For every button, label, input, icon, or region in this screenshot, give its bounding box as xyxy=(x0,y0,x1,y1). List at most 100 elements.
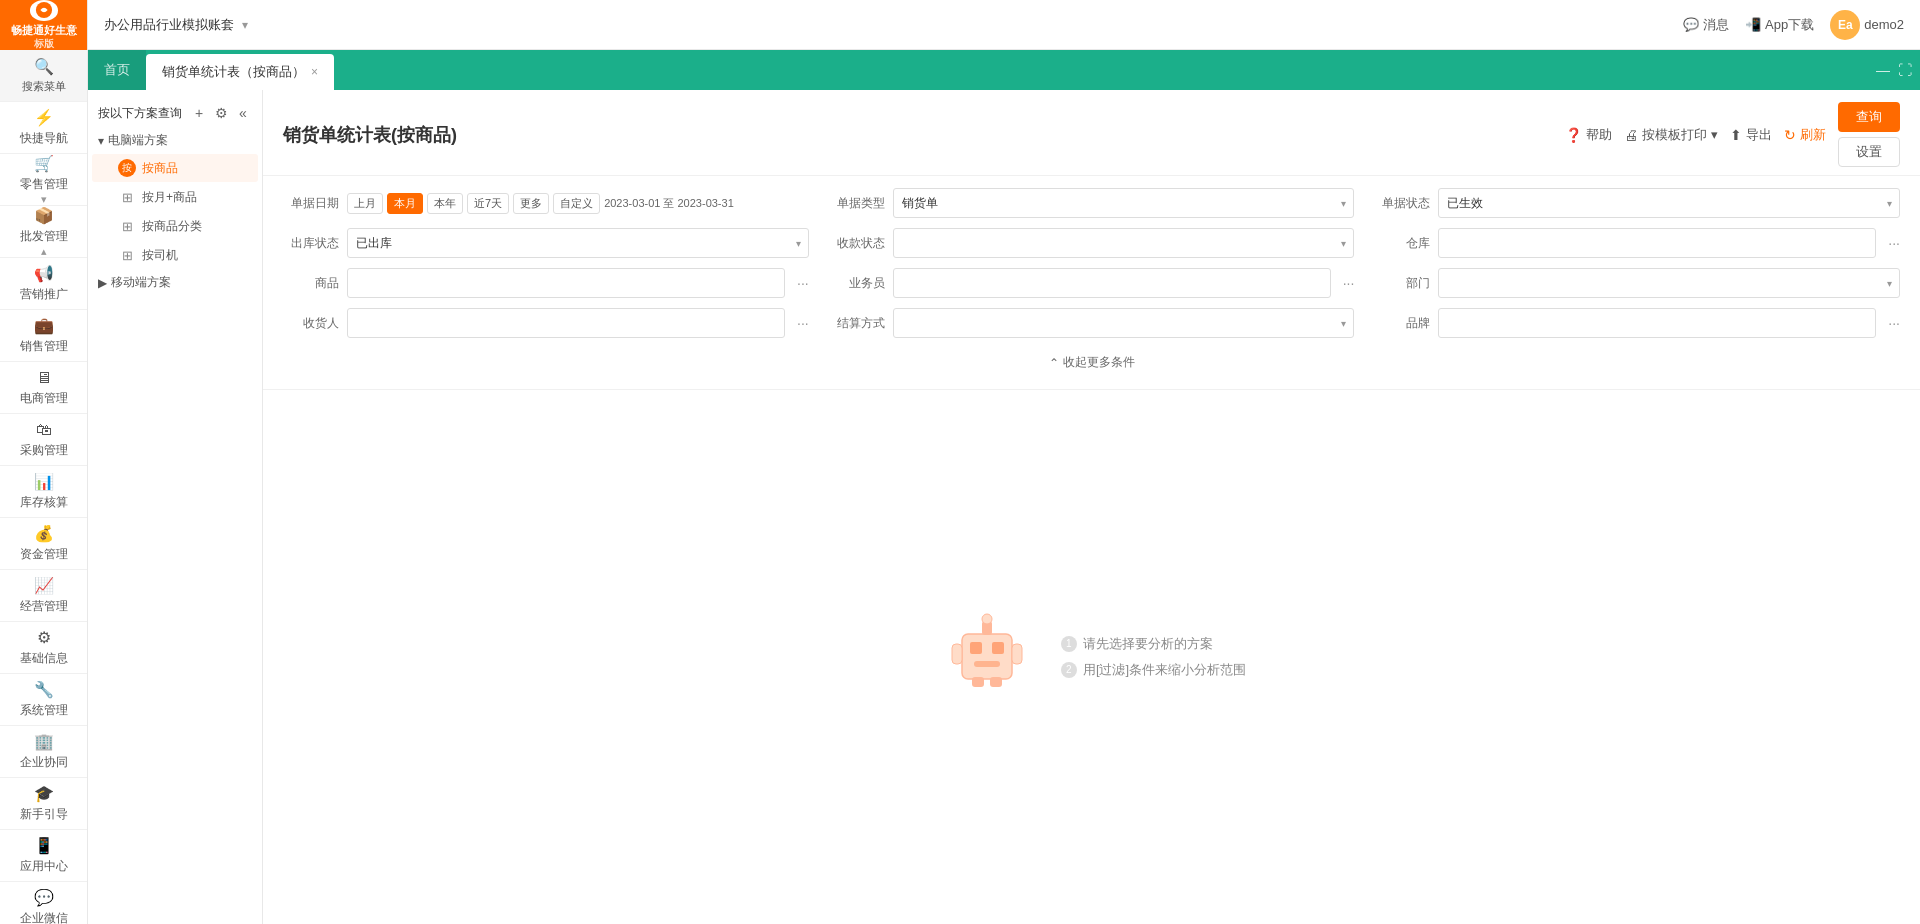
query-btn[interactable]: 查询 xyxy=(1838,102,1900,132)
tab-home[interactable]: 首页 xyxy=(88,50,146,90)
date-more-btn[interactable]: 更多 xyxy=(513,193,549,214)
sidebar-item-retail[interactable]: 🛒 零售管理 ▾ xyxy=(0,154,87,206)
warehouse-input[interactable] xyxy=(1438,228,1876,258)
filter-row-3: 商品 ··· 业务员 ··· 部门 xyxy=(283,268,1900,298)
topbar-dropdown-icon[interactable]: ▾ xyxy=(242,18,248,32)
filter-panel-title: 按以下方案查询 xyxy=(98,105,182,122)
goods-input[interactable] xyxy=(347,268,785,298)
scheme-item-by-month-goods[interactable]: ⊞ 按月+商品 xyxy=(92,183,258,211)
outstatus-label: 出库状态 xyxy=(283,235,339,252)
sales-icon: 💼 xyxy=(34,316,54,335)
settings-btn[interactable]: 设置 xyxy=(1838,137,1900,167)
sidebar-item-newbie[interactable]: 🎓 新手引导 xyxy=(0,778,87,830)
scheme-icon-by-cashier: ⊞ xyxy=(118,246,136,264)
filter-row-4: 收货人 ··· 结算方式 xyxy=(283,308,1900,338)
sidebar-item-finance[interactable]: 💰 资金管理 xyxy=(0,518,87,570)
sidebar-item-appcenter[interactable]: 📱 应用中心 xyxy=(0,830,87,882)
sidebar-item-wholesale[interactable]: 📦 批发管理 ▴ xyxy=(0,206,87,258)
sidebar-item-wechat[interactable]: 💬 企业微信 xyxy=(0,882,87,924)
receiver-dots[interactable]: ··· xyxy=(797,315,809,331)
warehouse-dots[interactable]: ··· xyxy=(1888,235,1900,251)
sidebar-item-enterprise[interactable]: 🏢 企业协同 xyxy=(0,726,87,778)
sidebar-item-sales[interactable]: 💼 销售管理 xyxy=(0,310,87,362)
help-btn[interactable]: ❓ 帮助 xyxy=(1565,126,1612,144)
sidebar-item-purchase[interactable]: 🛍 采购管理 xyxy=(0,414,87,466)
salesperson-label: 业务员 xyxy=(829,275,885,292)
export-icon: ⬆ xyxy=(1730,127,1742,143)
date-prev-btn[interactable]: 上月 xyxy=(347,193,383,214)
salesperson-input[interactable] xyxy=(893,268,1331,298)
sidebar-item-system[interactable]: 🔧 系统管理 xyxy=(0,674,87,726)
doctype-select[interactable]: 销货单 xyxy=(893,188,1355,218)
collapse-panel-btn[interactable]: « xyxy=(234,104,252,122)
goods-dots[interactable]: ··· xyxy=(797,275,809,291)
filter-cell-dept: 部门 xyxy=(1374,268,1900,298)
docstatus-select[interactable]: 已生效 xyxy=(1438,188,1900,218)
brand-label: 品牌 xyxy=(1374,315,1430,332)
collectstatus-select-wrapper xyxy=(893,228,1355,258)
scheme-group-mobile-header[interactable]: ▶ 移动端方案 xyxy=(88,270,262,295)
brand-input[interactable] xyxy=(1438,308,1876,338)
newbie-label: 新手引导 xyxy=(20,806,68,823)
salesperson-dots[interactable]: ··· xyxy=(1343,275,1355,291)
print-btn[interactable]: 🖨 按模板打印 ▾ xyxy=(1624,126,1718,144)
brand-dots[interactable]: ··· xyxy=(1888,315,1900,331)
inventory-label: 库存核算 xyxy=(20,494,68,511)
retail-icon: 🛒 xyxy=(34,154,54,173)
scheme-item-by-category[interactable]: ⊞ 按商品分类 xyxy=(92,212,258,240)
query-settings-group: 查询 设置 xyxy=(1838,102,1900,167)
sidebar-item-operations[interactable]: 📈 经营管理 xyxy=(0,570,87,622)
message-btn[interactable]: 💬 消息 xyxy=(1683,16,1729,34)
outstatus-select[interactable]: 已出库 xyxy=(347,228,809,258)
sidebar-item-inventory[interactable]: 📊 库存核算 xyxy=(0,466,87,518)
export-btn[interactable]: ⬆ 导出 xyxy=(1730,126,1772,144)
print-dropdown-icon: ▾ xyxy=(1711,127,1718,142)
tab-active[interactable]: 销货单统计表（按商品） × xyxy=(146,54,334,90)
sidebar-item-search[interactable]: 🔍 搜索菜单 xyxy=(0,50,87,102)
sidebar-item-marketing[interactable]: 📢 营销推广 xyxy=(0,258,87,310)
date-curr-btn[interactable]: 本月 xyxy=(387,193,423,214)
tab-home-label: 首页 xyxy=(104,61,130,79)
dept-select-wrapper xyxy=(1438,268,1900,298)
help-label: 帮助 xyxy=(1586,126,1612,144)
docstatus-label: 单据状态 xyxy=(1374,195,1430,212)
appcenter-icon: 📱 xyxy=(34,836,54,855)
settle-select[interactable] xyxy=(893,308,1355,338)
empty-state: 1 请先选择要分析的方案 2 用[过滤]条件来缩小分析范围 xyxy=(263,390,1920,924)
receiver-input[interactable] xyxy=(347,308,785,338)
page-actions: ❓ 帮助 🖨 按模板打印 ▾ ⬆ 导出 ↻ 刷新 xyxy=(1565,102,1900,167)
settings-scheme-btn[interactable]: ⚙ xyxy=(212,104,230,122)
tab-maximize-icon[interactable]: ⛶ xyxy=(1898,62,1912,78)
app-download-btn[interactable]: 📲 App下载 xyxy=(1745,16,1814,34)
date-year-btn[interactable]: 本年 xyxy=(427,193,463,214)
filter-row-1: 单据日期 上月 本月 本年 近7天 更多 自定义 2023-03-01 至 20… xyxy=(283,188,1900,218)
tabbar-actions: — ⛶ xyxy=(1876,62,1920,78)
sidebar-item-basic[interactable]: ⚙ 基础信息 xyxy=(0,622,87,674)
date-custom-btn[interactable]: 自定义 xyxy=(553,193,600,214)
tab-close-icon[interactable]: × xyxy=(311,65,318,79)
sidebar-item-quicknav[interactable]: ⚡ 快捷导航 xyxy=(0,102,87,154)
newbie-icon: 🎓 xyxy=(34,784,54,803)
date-7days-btn[interactable]: 近7天 xyxy=(467,193,509,214)
filter-cell-warehouse: 仓库 ··· xyxy=(1374,228,1900,258)
scheme-item-by-cashier[interactable]: ⊞ 按司机 xyxy=(92,241,258,269)
collapse-btn[interactable]: ⌃ 收起更多条件 xyxy=(283,348,1900,377)
sidebar-item-ecommerce[interactable]: 🖥 电商管理 xyxy=(0,362,87,414)
warehouse-label: 仓库 xyxy=(1374,235,1430,252)
tab-minimize-icon[interactable]: — xyxy=(1876,62,1890,78)
print-label: 按模板打印 xyxy=(1642,126,1707,144)
marketing-icon: 📢 xyxy=(34,264,54,283)
scheme-group-desktop-header[interactable]: ▾ 电脑端方案 xyxy=(88,128,262,153)
wholesale-icon: 📦 xyxy=(34,206,54,225)
svg-rect-10 xyxy=(990,677,1002,687)
collapse-label: 收起更多条件 xyxy=(1063,354,1135,371)
doctype-label: 单据类型 xyxy=(829,195,885,212)
scheme-group-mobile: ▶ 移动端方案 xyxy=(88,270,262,295)
user-avatar-btn[interactable]: Ea demo2 xyxy=(1830,10,1904,40)
collectstatus-select[interactable] xyxy=(893,228,1355,258)
add-scheme-btn[interactable]: + xyxy=(190,104,208,122)
dept-select[interactable] xyxy=(1438,268,1900,298)
refresh-btn[interactable]: ↻ 刷新 xyxy=(1784,126,1826,144)
scheme-item-by-goods[interactable]: 按 按商品 xyxy=(92,154,258,182)
scheme-label-by-category: 按商品分类 xyxy=(142,218,202,235)
